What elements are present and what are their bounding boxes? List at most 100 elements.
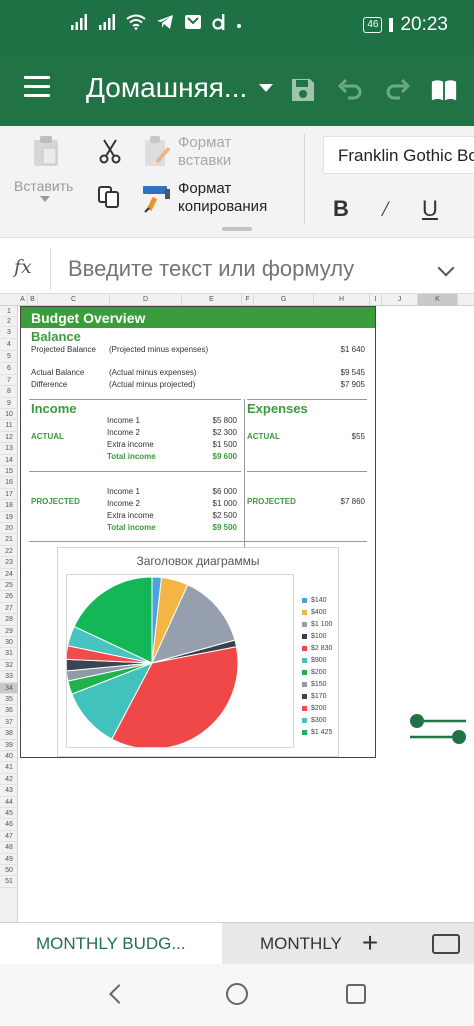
row-header[interactable]: 29 <box>0 626 18 637</box>
row-header[interactable]: 36 <box>0 705 18 717</box>
home-icon[interactable] <box>226 983 248 1005</box>
paste-label[interactable]: Вставить <box>14 178 73 194</box>
balance-label[interactable]: Projected Balance <box>31 345 96 354</box>
balance-label[interactable]: Difference <box>31 380 67 389</box>
legend-item[interactable]: $150 <box>302 678 332 690</box>
row-header[interactable]: 18 <box>0 500 18 512</box>
row-header[interactable]: 51 <box>0 876 18 888</box>
column-header[interactable]: G <box>254 294 314 306</box>
fx-icon[interactable]: fx <box>14 256 32 278</box>
income-item[interactable]: Income 2 <box>107 499 140 508</box>
column-header[interactable]: I <box>370 294 382 306</box>
column-header[interactable]: H <box>314 294 370 306</box>
row-header[interactable]: 49 <box>0 854 18 865</box>
row-header[interactable]: 13 <box>0 443 18 455</box>
row-header[interactable]: 6 <box>0 363 18 375</box>
income-total-value[interactable]: $9 600 <box>197 452 237 461</box>
row-header[interactable]: 28 <box>0 614 18 626</box>
column-header[interactable]: D <box>110 294 182 306</box>
income-total-value[interactable]: $9 500 <box>197 523 237 532</box>
expenses-projected-value[interactable]: $7 860 <box>321 497 365 506</box>
row-header[interactable]: 42 <box>0 774 18 786</box>
column-header[interactable]: B <box>28 294 38 306</box>
income-actual-label[interactable]: ACTUAL <box>31 432 64 441</box>
legend-item[interactable]: $900 <box>302 654 332 666</box>
legend-item[interactable]: $170 <box>302 690 332 702</box>
hamburger-menu-icon[interactable] <box>24 76 50 98</box>
paste-dropdown-icon[interactable] <box>40 196 50 202</box>
legend-item[interactable]: $1 100 <box>302 618 332 630</box>
column-header[interactable]: A <box>18 294 28 306</box>
row-header[interactable]: 25 <box>0 580 18 592</box>
expenses-projected-label[interactable]: PROJECTED <box>247 497 296 506</box>
balance-value[interactable]: $7 905 <box>321 380 365 389</box>
income-heading[interactable]: Income <box>31 401 77 416</box>
row-header[interactable]: 8 <box>0 386 18 398</box>
reading-view-icon[interactable] <box>430 76 458 104</box>
cut-scissors-icon[interactable] <box>98 138 122 164</box>
row-header[interactable]: 20 <box>0 523 18 535</box>
row-header[interactable]: 32 <box>0 660 18 672</box>
row-header[interactable]: 23 <box>0 557 18 569</box>
income-value[interactable]: $2 300 <box>197 428 237 437</box>
column-header[interactable]: F <box>242 294 254 306</box>
row-header[interactable]: 50 <box>0 865 18 877</box>
row-header[interactable]: 41 <box>0 762 18 774</box>
paste-clipboard-icon[interactable] <box>32 134 60 168</box>
row-header[interactable]: 47 <box>0 831 18 843</box>
chart-title[interactable]: Заголовок диаграммы <box>58 554 338 568</box>
formula-input[interactable] <box>68 256 408 282</box>
row-header[interactable]: 26 <box>0 591 18 603</box>
row-header[interactable]: 14 <box>0 455 18 466</box>
save-icon[interactable] <box>289 76 317 104</box>
ribbon-collapse-handle[interactable] <box>222 227 252 231</box>
recent-apps-icon[interactable] <box>346 984 366 1004</box>
row-header[interactable]: 35 <box>0 694 18 706</box>
tab-monthly-budget[interactable]: MONTHLY BUDG... <box>0 923 222 965</box>
row-header[interactable]: 31 <box>0 648 18 660</box>
income-item[interactable]: Extra income <box>107 440 154 449</box>
row-header[interactable]: 34 <box>0 682 18 694</box>
balance-label[interactable]: Actual Balance <box>31 368 84 377</box>
row-header[interactable]: 21 <box>0 534 18 546</box>
row-header[interactable]: 46 <box>0 819 18 831</box>
bold-button[interactable]: B <box>328 196 354 222</box>
document-title[interactable]: Домашняя... <box>86 72 247 104</box>
column-header[interactable]: K <box>418 294 458 306</box>
font-name-box[interactable]: Franklin Gothic Bo <box>323 136 474 174</box>
format-paste-label[interactable]: Формат вставки <box>178 134 231 170</box>
legend-item[interactable]: $300 <box>302 714 332 726</box>
income-projected-label[interactable]: PROJECTED <box>31 497 80 506</box>
format-painter-icon[interactable] <box>141 182 173 214</box>
budget-overview-sheet[interactable]: Budget Overview Balance Projected Balanc… <box>20 306 376 758</box>
row-header[interactable]: 44 <box>0 797 18 808</box>
income-value[interactable]: $6 000 <box>197 487 237 496</box>
chevron-down-icon[interactable] <box>437 259 455 277</box>
row-header[interactable]: 48 <box>0 842 18 854</box>
income-value[interactable]: $1 000 <box>197 499 237 508</box>
income-item[interactable]: Extra income <box>107 511 154 520</box>
expenses-actual-value[interactable]: $55 <box>321 432 365 441</box>
row-header[interactable]: 7 <box>0 375 18 387</box>
row-header[interactable]: 9 <box>0 398 18 409</box>
pie-chart[interactable]: Заголовок диаграммы $140 $400 $1 100 $100 $2… <box>57 547 339 757</box>
row-header[interactable]: 38 <box>0 728 18 740</box>
copy-icon[interactable] <box>96 184 122 210</box>
row-header[interactable]: 17 <box>0 489 18 501</box>
pie-svg[interactable] <box>65 575 293 750</box>
expenses-actual-label[interactable]: ACTUAL <box>247 432 280 441</box>
expenses-heading[interactable]: Expenses <box>247 401 308 416</box>
keyboard-icon[interactable] <box>432 934 460 954</box>
balance-note[interactable]: (Actual minus expenses) <box>109 368 197 377</box>
row-header[interactable]: 24 <box>0 569 18 580</box>
redo-icon[interactable] <box>384 76 412 104</box>
chart-legend[interactable]: $140 $400 $1 100 $100 $2 830 $900 $200 $150 $170… <box>302 594 332 738</box>
row-header[interactable]: 11 <box>0 420 18 432</box>
income-total-label[interactable]: Total income <box>107 523 156 532</box>
format-paste-icon[interactable] <box>143 134 171 168</box>
row-header[interactable]: 33 <box>0 671 18 683</box>
undo-icon[interactable] <box>336 76 364 104</box>
legend-item[interactable]: $1 425 <box>302 726 332 738</box>
format-copy-label[interactable]: Формат копирования <box>178 180 267 216</box>
row-header[interactable]: 27 <box>0 603 18 615</box>
